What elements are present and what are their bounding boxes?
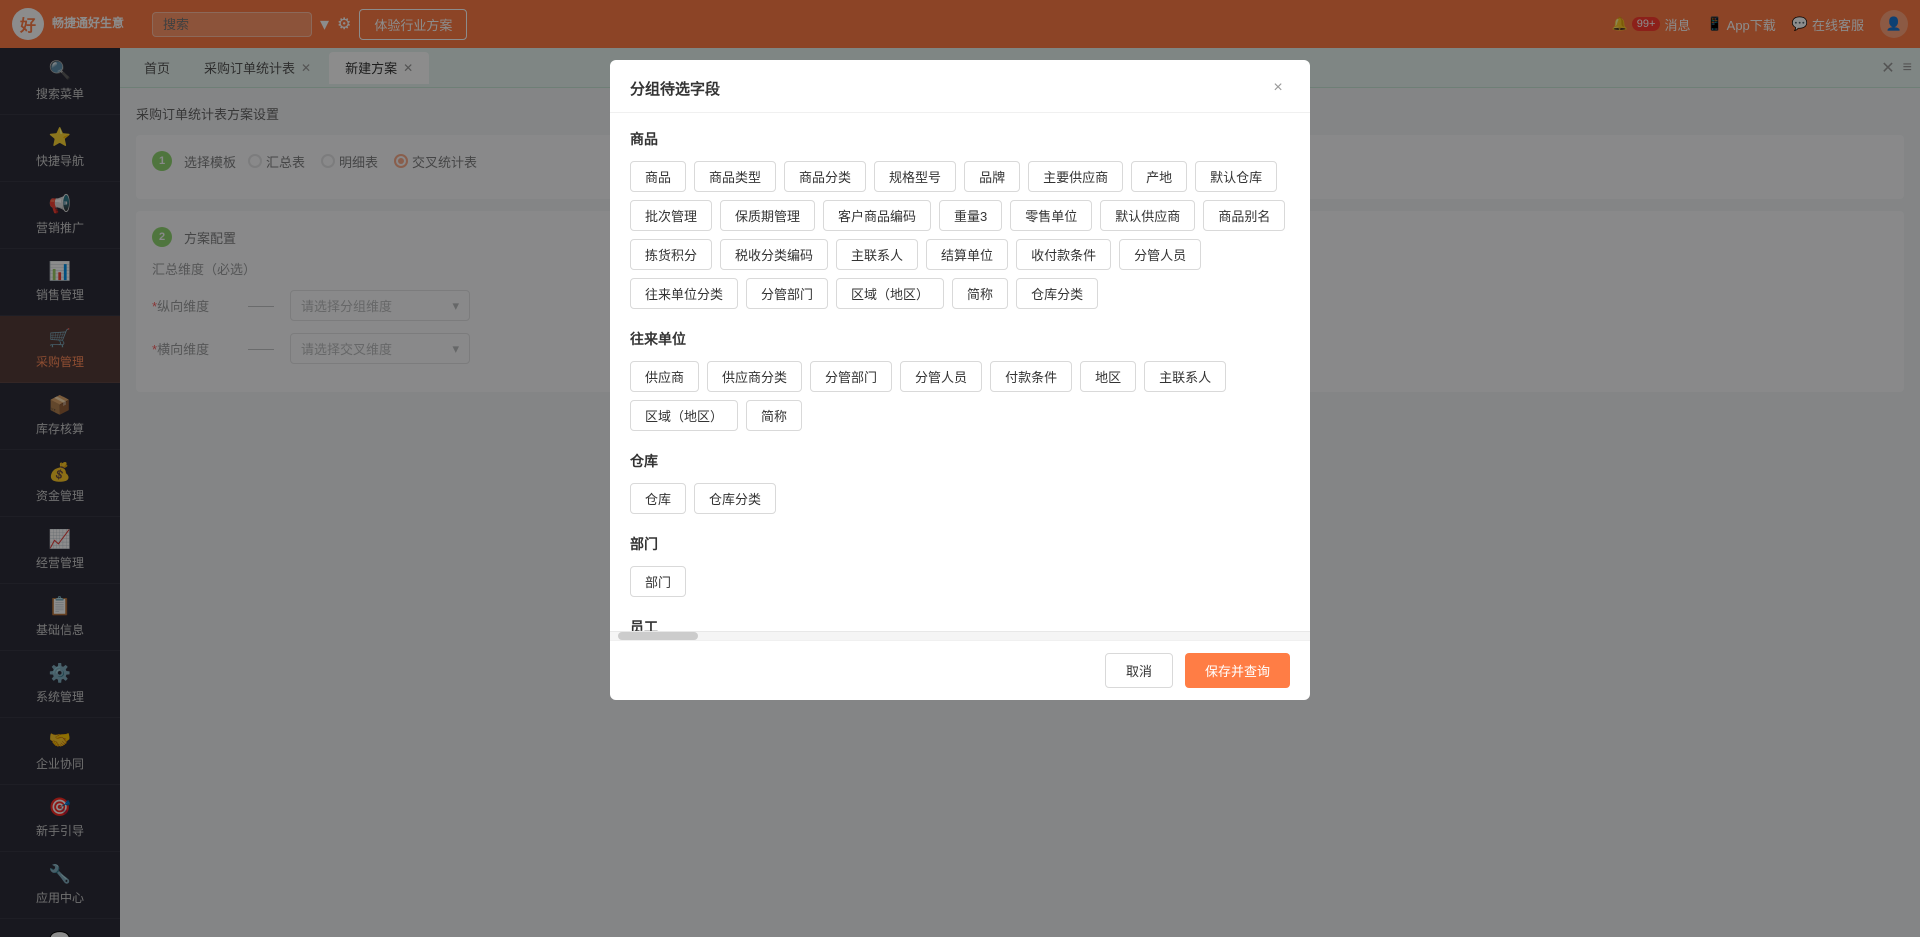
field-tag-1-7[interactable]: 区域（地区） — [630, 400, 738, 431]
section-title-2: 仓库 — [630, 451, 1290, 471]
section-title-3: 部门 — [630, 534, 1290, 554]
field-tag-0-24[interactable]: 简称 — [952, 278, 1008, 309]
field-tags-1: 供应商供应商分类分管部门分管人员付款条件地区主联系人区域（地区） 简称 — [630, 361, 1290, 431]
field-tag-0-10[interactable]: 客户商品编码 — [823, 200, 931, 231]
modal-overlay: 分组待选字段 × 商品商品商品类型商品分类规格型号品牌主要供应商产地默认仓库批次… — [0, 0, 1920, 937]
field-tag-0-2[interactable]: 商品分类 — [784, 161, 866, 192]
field-tag-1-0[interactable]: 供应商 — [630, 361, 699, 392]
field-tag-0-23[interactable]: 区域（地区） — [836, 278, 944, 309]
modal-dialog: 分组待选字段 × 商品商品商品类型商品分类规格型号品牌主要供应商产地默认仓库批次… — [610, 60, 1310, 700]
confirm-button[interactable]: 保存并查询 — [1185, 653, 1290, 688]
field-tag-0-6[interactable]: 产地 — [1131, 161, 1187, 192]
field-section-1: 往来单位供应商供应商分类分管部门分管人员付款条件地区主联系人区域（地区） 简称 — [630, 329, 1290, 431]
field-tags-2: 仓库仓库分类 — [630, 483, 1290, 514]
field-tag-0-16[interactable]: 税收分类编码 — [720, 239, 828, 270]
field-tag-3-0[interactable]: 部门 — [630, 566, 686, 597]
field-tag-0-5[interactable]: 主要供应商 — [1028, 161, 1123, 192]
field-tag-2-0[interactable]: 仓库 — [630, 483, 686, 514]
field-tag-0-15[interactable]: 拣货积分 — [630, 239, 712, 270]
modal-header: 分组待选字段 × — [610, 60, 1310, 113]
field-tag-1-4[interactable]: 付款条件 — [990, 361, 1072, 392]
field-tag-2-1[interactable]: 仓库分类 — [694, 483, 776, 514]
field-tag-1-6[interactable]: 主联系人 — [1144, 361, 1226, 392]
field-tag-1-5[interactable]: 地区 — [1080, 361, 1136, 392]
modal-horizontal-scrollbar[interactable] — [610, 631, 1310, 640]
modal-close-button[interactable]: × — [1266, 76, 1290, 100]
hscroll-thumb — [618, 632, 698, 640]
field-section-2: 仓库仓库仓库分类 — [630, 451, 1290, 514]
field-section-3: 部门部门 — [630, 534, 1290, 597]
field-section-0: 商品商品商品类型商品分类规格型号品牌主要供应商产地默认仓库批次管理保质期管理客户… — [630, 129, 1290, 309]
field-tag-1-2[interactable]: 分管部门 — [810, 361, 892, 392]
field-tag-0-22[interactable]: 分管部门 — [746, 278, 828, 309]
field-tag-0-18[interactable]: 结算单位 — [926, 239, 1008, 270]
field-tag-0-8[interactable]: 批次管理 — [630, 200, 712, 231]
section-title-4: 员工 — [630, 617, 1290, 631]
field-tag-0-7[interactable]: 默认仓库 — [1195, 161, 1277, 192]
field-tag-0-25[interactable]: 仓库分类 — [1016, 278, 1098, 309]
field-tag-0-14[interactable]: 商品别名 — [1203, 200, 1285, 231]
field-tag-1-1[interactable]: 供应商分类 — [707, 361, 802, 392]
field-tag-0-11[interactable]: 重量3 — [939, 200, 1002, 231]
modal-title: 分组待选字段 — [630, 78, 720, 99]
field-tag-0-21[interactable]: 往来单位分类 — [630, 278, 738, 309]
field-tag-0-17[interactable]: 主联系人 — [836, 239, 918, 270]
field-tags-3: 部门 — [630, 566, 1290, 597]
field-tag-0-0[interactable]: 商品 — [630, 161, 686, 192]
field-tag-0-9[interactable]: 保质期管理 — [720, 200, 815, 231]
field-tag-0-12[interactable]: 零售单位 — [1010, 200, 1092, 231]
field-tag-0-4[interactable]: 品牌 — [964, 161, 1020, 192]
modal-body: 商品商品商品类型商品分类规格型号品牌主要供应商产地默认仓库批次管理保质期管理客户… — [610, 113, 1310, 631]
modal-footer: 取消 保存并查询 — [610, 640, 1310, 700]
field-tag-1-3[interactable]: 分管人员 — [900, 361, 982, 392]
section-title-0: 商品 — [630, 129, 1290, 149]
field-tag-0-19[interactable]: 收付款条件 — [1016, 239, 1111, 270]
field-tag-1-8[interactable]: 简称 — [746, 400, 802, 431]
field-tags-0: 商品商品类型商品分类规格型号品牌主要供应商产地默认仓库批次管理保质期管理客户商品… — [630, 161, 1290, 309]
field-tag-0-13[interactable]: 默认供应商 — [1100, 200, 1195, 231]
field-tag-0-20[interactable]: 分管人员 — [1119, 239, 1201, 270]
field-tag-0-1[interactable]: 商品类型 — [694, 161, 776, 192]
field-tag-0-3[interactable]: 规格型号 — [874, 161, 956, 192]
field-section-4: 员工业务员 — [630, 617, 1290, 631]
cancel-button[interactable]: 取消 — [1105, 653, 1173, 688]
section-title-1: 往来单位 — [630, 329, 1290, 349]
